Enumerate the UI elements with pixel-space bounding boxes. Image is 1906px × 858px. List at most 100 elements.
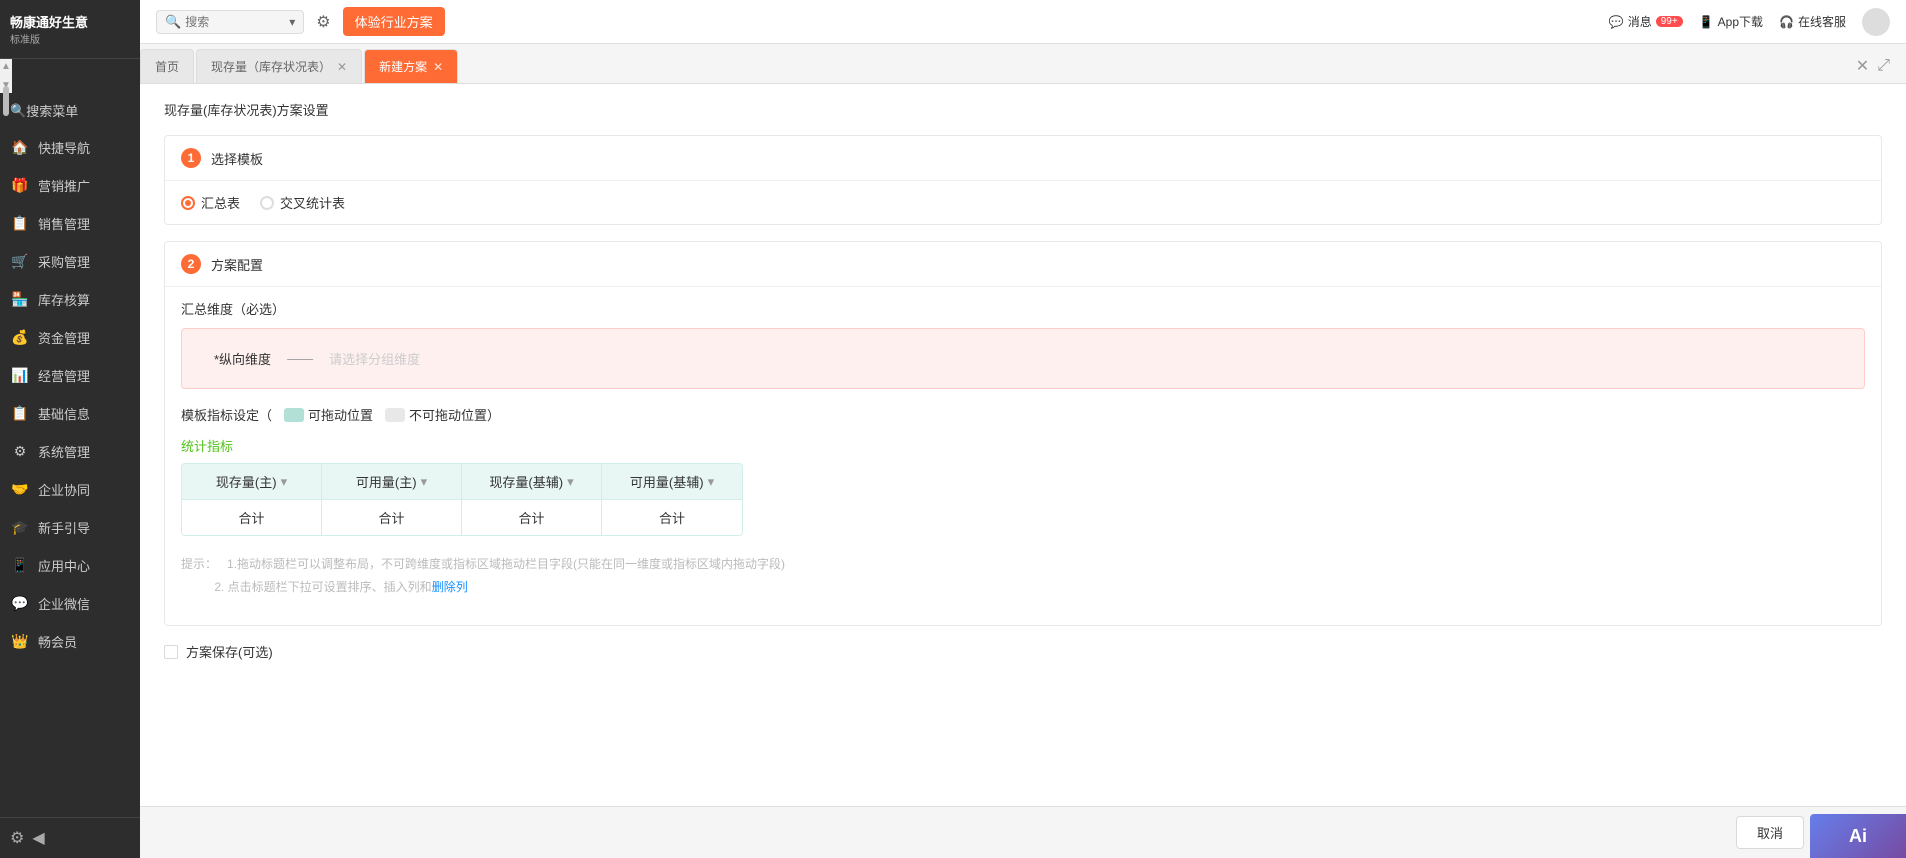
app-edition: 标准版 xyxy=(10,31,130,46)
sidebar: 畅康通好生意 标准版 ▲ ▼ 🔍 搜索菜单 🏠 快捷导航 🎁 营销推广 📋 销售… xyxy=(0,0,140,858)
gift-icon: 🎁 xyxy=(10,175,30,195)
stats-col-3-label: 可用量(基辅) xyxy=(630,472,704,491)
app-name: 畅康通好生意 xyxy=(10,12,130,31)
message-btn[interactable]: 💬 消息 99+ xyxy=(1609,13,1683,30)
step1-title: 选择模板 xyxy=(211,149,263,168)
sidebar-item-quick-nav[interactable]: 🏠 快捷导航 xyxy=(0,128,140,166)
tab-home-label: 首页 xyxy=(155,58,179,75)
step2-card: 2 方案配置 汇总维度（必选） *纵向维度 —— 请选择分组维度 xyxy=(164,241,1882,626)
radio-cross[interactable]: 交叉统计表 xyxy=(260,193,345,212)
stats-cell-3: 合计 xyxy=(602,500,742,535)
step1-card: 1 选择模板 汇总表 交叉统计表 xyxy=(164,135,1882,225)
col-3-dropdown-icon[interactable]: ▾ xyxy=(708,474,715,490)
sidebar-item-label: 系统管理 xyxy=(38,442,90,461)
sidebar-item-wechat[interactable]: 💬 企业微信 xyxy=(0,584,140,622)
sidebar-item-basic-info[interactable]: 📋 基础信息 xyxy=(0,394,140,432)
close-window-icon[interactable]: ✕ xyxy=(1856,56,1869,76)
stats-table-header: 现存量(主) ▾ 可用量(主) ▾ 现存量(基辅) xyxy=(182,464,742,499)
sidebar-item-inventory[interactable]: 🏪 库存核算 xyxy=(0,280,140,318)
sales-icon: 📋 xyxy=(10,213,30,233)
dim-placeholder: 请选择分组维度 xyxy=(329,349,420,368)
tab-inventory-status-label: 现存量（库存状况表） xyxy=(211,58,331,75)
content-inner: 现存量(库存状况表)方案设置 1 选择模板 汇总表 交 xyxy=(164,100,1882,661)
col-2-dropdown-icon[interactable]: ▾ xyxy=(567,474,574,490)
collapse-icon[interactable]: ◀ xyxy=(32,828,44,848)
search-dropdown-icon[interactable]: ▾ xyxy=(289,15,295,29)
tab-new-scheme[interactable]: 新建方案 ✕ xyxy=(364,49,458,83)
member-icon: 👑 xyxy=(10,631,30,651)
sidebar-item-system[interactable]: ⚙ 系统管理 xyxy=(0,432,140,470)
sidebar-item-cooperation[interactable]: 🤝 企业协同 xyxy=(0,470,140,508)
online-service-btn[interactable]: 🎧 在线客服 xyxy=(1779,13,1846,30)
search-input[interactable] xyxy=(185,15,285,29)
col-0-dropdown-icon[interactable]: ▾ xyxy=(281,474,288,490)
radio-summary[interactable]: 汇总表 xyxy=(181,193,240,212)
sidebar-item-app-center[interactable]: 📱 应用中心 xyxy=(0,546,140,584)
sidebar-item-label: 销售管理 xyxy=(38,214,90,233)
tab-inventory-status-close[interactable]: ✕ xyxy=(337,60,347,74)
cancel-button[interactable]: 取消 xyxy=(1736,816,1804,849)
col-1-dropdown-icon[interactable]: ▾ xyxy=(421,474,428,490)
sidebar-item-marketing[interactable]: 🎁 营销推广 xyxy=(0,166,140,204)
draggable-badge: 可拖动位置 xyxy=(284,405,373,424)
save-checkbox[interactable] xyxy=(164,645,178,659)
system-icon: ⚙ xyxy=(10,441,30,461)
non-draggable-label: 不可拖动位置） xyxy=(409,405,500,424)
sidebar-search-label: 搜索菜单 xyxy=(26,101,78,120)
tips-section: 提示： 1.拖动标题栏可以调整布局，不可跨维度或指标区域拖动栏目字段(只能在同一… xyxy=(181,555,1865,597)
tip-1: 提示： 1.拖动标题栏可以调整布局，不可跨维度或指标区域拖动栏目字段(只能在同一… xyxy=(181,555,1865,574)
dimension-label: 汇总维度（必选） xyxy=(181,299,1865,318)
app-download-label: App下载 xyxy=(1718,13,1763,30)
dim-separator: —— xyxy=(287,351,313,366)
tab-new-scheme-close[interactable]: ✕ xyxy=(433,60,443,74)
sidebar-search[interactable]: 🔍 搜索菜单 xyxy=(0,93,140,128)
metrics-setting-label: 模板指标设定（ xyxy=(181,405,272,424)
radio-summary-label: 汇总表 xyxy=(201,193,240,212)
avatar-img xyxy=(1862,8,1890,36)
tip-2: 2. 点击标题栏下拉可设置排序、插入列和删除列 xyxy=(181,578,1865,597)
app-download-btn[interactable]: 📱 App下载 xyxy=(1699,13,1763,30)
headset-icon: 🎧 xyxy=(1779,15,1794,29)
sidebar-item-purchase[interactable]: 🛒 采购管理 xyxy=(0,242,140,280)
expand-window-icon[interactable]: ⤢ xyxy=(1877,57,1890,75)
sidebar-item-member[interactable]: 👑 畅会员 xyxy=(0,622,140,660)
sidebar-item-sales[interactable]: 📋 销售管理 xyxy=(0,204,140,242)
sidebar-item-label: 新手引导 xyxy=(38,518,90,537)
user-avatar[interactable] xyxy=(1862,8,1890,36)
draggable-label: 可拖动位置 xyxy=(308,405,373,424)
settings-icon[interactable]: ⚙ xyxy=(10,828,24,848)
ai-float-button[interactable]: Ai xyxy=(1810,814,1906,858)
tab-new-scheme-label: 新建方案 xyxy=(379,58,427,75)
search-box[interactable]: 🔍 ▾ xyxy=(156,10,304,34)
scroll-up-btn[interactable]: ▲ xyxy=(1,61,11,72)
sidebar-bottom: ⚙ ◀ xyxy=(0,817,140,858)
template-radio-group: 汇总表 交叉统计表 xyxy=(165,181,1881,224)
sidebar-item-guide[interactable]: 🎓 新手引导 xyxy=(0,508,140,546)
step2-header: 2 方案配置 xyxy=(165,242,1881,287)
tab-home[interactable]: 首页 xyxy=(140,49,194,83)
stats-col-3[interactable]: 可用量(基辅) ▾ xyxy=(602,464,742,499)
page-title: 现存量(库存状况表)方案设置 xyxy=(164,100,1882,119)
stats-table-row: 合计 合计 合计 合计 xyxy=(182,499,742,535)
stats-col-0[interactable]: 现存量(主) ▾ xyxy=(182,464,322,499)
app-center-icon: 📱 xyxy=(10,555,30,575)
home-icon: 🏠 xyxy=(10,137,30,157)
sidebar-item-finance[interactable]: 💰 资金管理 xyxy=(0,318,140,356)
stats-col-1[interactable]: 可用量(主) ▾ xyxy=(322,464,462,499)
stats-col-0-label: 现存量(主) xyxy=(216,472,277,491)
step1-header: 1 选择模板 xyxy=(165,136,1881,181)
sidebar-item-label: 采购管理 xyxy=(38,252,90,271)
stats-col-2-label: 现存量(基辅) xyxy=(489,472,563,491)
stats-col-1-label: 可用量(主) xyxy=(356,472,417,491)
save-label: 方案保存(可选) xyxy=(186,642,273,661)
tab-inventory-status[interactable]: 现存量（库存状况表） ✕ xyxy=(196,49,362,83)
dimension-selector[interactable]: *纵向维度 —— 请选择分组维度 xyxy=(181,328,1865,389)
gear-icon[interactable]: ⚙ xyxy=(316,12,330,32)
stats-col-2[interactable]: 现存量(基辅) ▾ xyxy=(462,464,602,499)
stats-cell-2: 合计 xyxy=(462,500,602,535)
cooperation-icon: 🤝 xyxy=(10,479,30,499)
sidebar-item-label: 营销推广 xyxy=(38,176,90,195)
industry-btn[interactable]: 体验行业方案 xyxy=(343,7,445,36)
sidebar-item-operation[interactable]: 📊 经营管理 xyxy=(0,356,140,394)
dim-vertical-label: *纵向维度 xyxy=(214,349,271,368)
